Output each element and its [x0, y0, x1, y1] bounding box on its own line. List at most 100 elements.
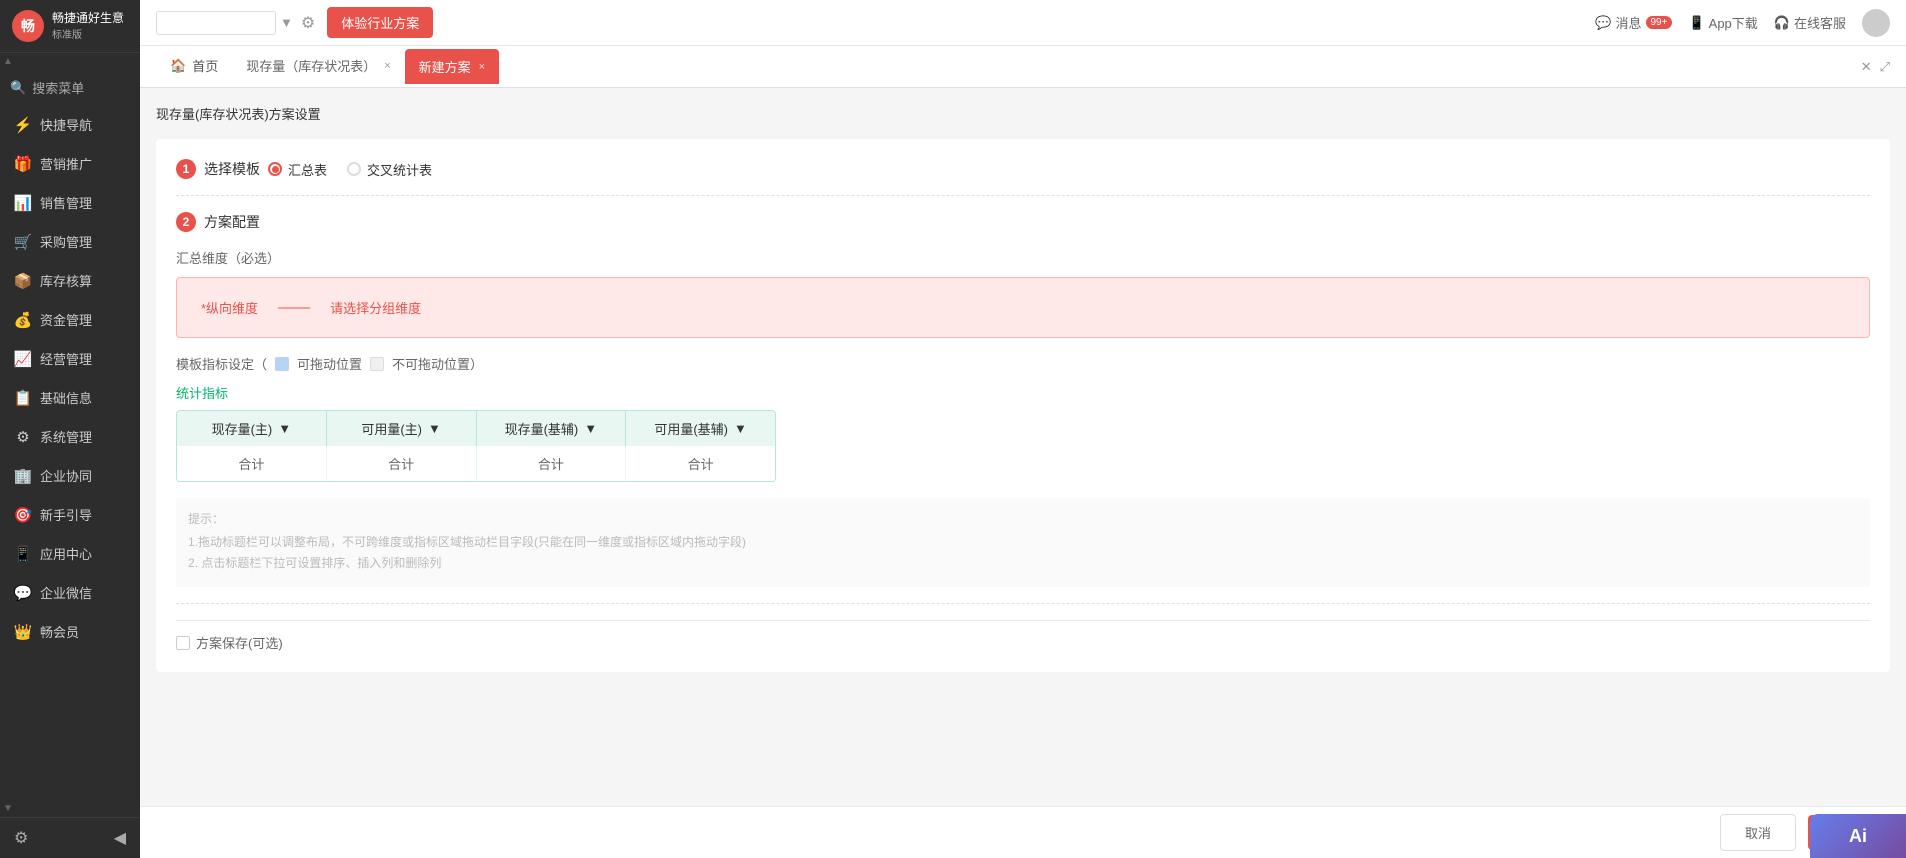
- sidebar-item-sales[interactable]: 📊 销售管理: [0, 183, 140, 222]
- stats-header-0-dropdown[interactable]: ▼: [278, 421, 291, 436]
- radio-crosstab-circle: [347, 162, 361, 176]
- topbar-right: 💬 消息 99+ 📱 App下载 🎧 在线客服: [1595, 9, 1890, 37]
- stats-body-0-2: 合计: [477, 446, 627, 481]
- home-icon: 🏠: [170, 58, 186, 74]
- sidebar-item-system[interactable]: ⚙ 系统管理: [0, 417, 140, 456]
- app-center-label: 应用中心: [40, 544, 92, 563]
- tab-new-plan-close[interactable]: ×: [479, 61, 485, 73]
- topbar-dropdown-icon[interactable]: ▼: [280, 15, 293, 30]
- trial-btn[interactable]: 体验行业方案: [327, 7, 433, 38]
- template-options: 汇总表 交叉统计表: [268, 160, 432, 179]
- drag-box-indicator: [275, 357, 289, 371]
- save-option: 方案保存(可选): [176, 620, 1870, 652]
- step1-title: 选择模板: [204, 159, 260, 179]
- step2-header: 2 方案配置: [176, 212, 1870, 232]
- tab-inventory-status[interactable]: 现存量（库存状况表） ×: [232, 46, 404, 87]
- headset-icon: 🎧: [1774, 15, 1790, 31]
- radio-summary-label: 汇总表: [288, 160, 327, 179]
- sales-label: 销售管理: [40, 193, 92, 212]
- sidebar-item-new-guide[interactable]: 🎯 新手引导: [0, 495, 140, 534]
- stats-header-3-label: 可用量(基辅): [654, 419, 728, 438]
- quick-nav-label: 快捷导航: [40, 115, 92, 134]
- message-item[interactable]: 💬 消息 99+: [1595, 13, 1672, 32]
- system-icon: ⚙: [14, 428, 32, 446]
- message-badge: 99+: [1646, 16, 1673, 29]
- basic-info-label: 基础信息: [40, 388, 92, 407]
- wechat-icon: 💬: [14, 584, 32, 602]
- sidebar-item-member[interactable]: 👑 畅会员: [0, 612, 140, 651]
- dimension-zone[interactable]: *纵向维度 —— 请选择分组维度: [176, 277, 1870, 338]
- save-label: 方案保存(可选): [196, 633, 283, 652]
- stats-header-3[interactable]: 可用量(基辅) ▼: [626, 411, 775, 446]
- stats-section-label: 统计指标: [176, 383, 1870, 402]
- search-icon: 🔍: [10, 80, 26, 96]
- step1-header: 1 选择模板 汇总表 交叉统计表: [176, 159, 1870, 179]
- sidebar-scroll-down[interactable]: ▼: [0, 800, 140, 817]
- sidebar-item-enterprise[interactable]: 🏢 企业协同: [0, 456, 140, 495]
- sidebar: 畅 畅捷通好生意 标准版 ▲ 🔍 搜索菜单 ⚡ 快捷导航 🎁 营销推广 📊 销售…: [0, 0, 140, 858]
- tabs-right-icons: ✕ ⤢: [1861, 59, 1890, 75]
- app-download-icon: 📱: [1688, 15, 1704, 31]
- app-download-label: App下载: [1709, 13, 1758, 32]
- tab-new-plan[interactable]: 新建方案 ×: [405, 49, 499, 84]
- sidebar-item-purchase[interactable]: 🛒 采购管理: [0, 222, 140, 261]
- main-card: 1 选择模板 汇总表 交叉统计表 2 方案配置: [156, 139, 1890, 672]
- system-label: 系统管理: [40, 427, 92, 446]
- sidebar-item-app-center[interactable]: 📱 应用中心: [0, 534, 140, 573]
- radio-summary[interactable]: 汇总表: [268, 160, 327, 179]
- tab-new-plan-label: 新建方案: [419, 57, 471, 76]
- save-divider: [176, 603, 1870, 604]
- save-checkbox[interactable]: [176, 636, 190, 650]
- dimension-arrow: ——: [278, 299, 310, 317]
- operations-icon: 📈: [14, 350, 32, 368]
- sidebar-item-marketing[interactable]: 🎁 营销推广: [0, 144, 140, 183]
- tab-home-label: 首页: [192, 56, 218, 75]
- user-avatar[interactable]: [1862, 9, 1890, 37]
- app-logo-icon: 畅: [12, 10, 44, 42]
- topbar-settings-icon[interactable]: ⚙: [301, 13, 315, 33]
- tab-inventory-status-close[interactable]: ×: [384, 60, 390, 72]
- tab-close-window-icon[interactable]: ✕: [1861, 59, 1872, 75]
- radio-crosstab[interactable]: 交叉统计表: [347, 160, 432, 179]
- radio-summary-circle: [268, 162, 282, 176]
- sidebar-item-wechat[interactable]: 💬 企业微信: [0, 573, 140, 612]
- cancel-button[interactable]: 取消: [1720, 814, 1796, 851]
- basic-info-icon: 📋: [14, 389, 32, 407]
- ai-label: Ai: [1849, 826, 1867, 847]
- step2-badge: 2: [176, 212, 196, 232]
- sales-icon: 📊: [14, 194, 32, 212]
- online-service-item[interactable]: 🎧 在线客服: [1774, 13, 1846, 32]
- dimension-placeholder: 请选择分组维度: [330, 298, 421, 317]
- sidebar-item-inventory[interactable]: 📦 库存核算: [0, 261, 140, 300]
- sidebar-item-operations[interactable]: 📈 经营管理: [0, 339, 140, 378]
- stats-header-0[interactable]: 现存量(主) ▼: [177, 411, 327, 446]
- stats-header-2[interactable]: 现存量(基辅) ▼: [477, 411, 627, 446]
- purchase-label: 采购管理: [40, 232, 92, 251]
- dimension-section-title: 汇总维度（必选）: [176, 248, 1870, 267]
- stats-header-1[interactable]: 可用量(主) ▼: [327, 411, 477, 446]
- topbar-search-input[interactable]: [156, 11, 276, 35]
- wechat-label: 企业微信: [40, 583, 92, 602]
- sidebar-item-quick-nav[interactable]: ⚡ 快捷导航: [0, 105, 140, 144]
- stats-body-0-1: 合计: [327, 446, 477, 481]
- stats-body-0-3: 合计: [626, 446, 775, 481]
- stats-header-3-dropdown[interactable]: ▼: [734, 421, 747, 436]
- collapse-icon[interactable]: ◀: [114, 828, 126, 848]
- ai-floating-button[interactable]: Ai: [1810, 814, 1906, 858]
- content-area: 现存量(库存状况表)方案设置 1 选择模板 汇总表 交叉统计表: [140, 88, 1906, 806]
- sidebar-item-basic-info[interactable]: 📋 基础信息: [0, 378, 140, 417]
- stats-header-2-dropdown[interactable]: ▼: [584, 421, 597, 436]
- sidebar-search-menu[interactable]: 🔍 搜索菜单: [0, 70, 140, 105]
- sidebar-scroll-up[interactable]: ▲: [0, 53, 140, 70]
- tab-home[interactable]: 🏠 首页: [156, 46, 232, 87]
- app-edition: 标准版: [52, 26, 124, 41]
- template-settings-label: 模板指标设定（ 可拖动位置 不可拖动位置）: [176, 354, 1870, 373]
- tab-maximize-icon[interactable]: ⤢: [1880, 59, 1890, 75]
- inventory-icon: 📦: [14, 272, 32, 290]
- step1-badge: 1: [176, 159, 196, 179]
- settings-footer-icon[interactable]: ⚙: [14, 828, 28, 848]
- stats-header-1-dropdown[interactable]: ▼: [428, 421, 441, 436]
- sidebar-item-finance[interactable]: 💰 资金管理: [0, 300, 140, 339]
- app-download-item[interactable]: 📱 App下载: [1688, 13, 1757, 32]
- app-name: 畅捷通好生意: [52, 11, 124, 27]
